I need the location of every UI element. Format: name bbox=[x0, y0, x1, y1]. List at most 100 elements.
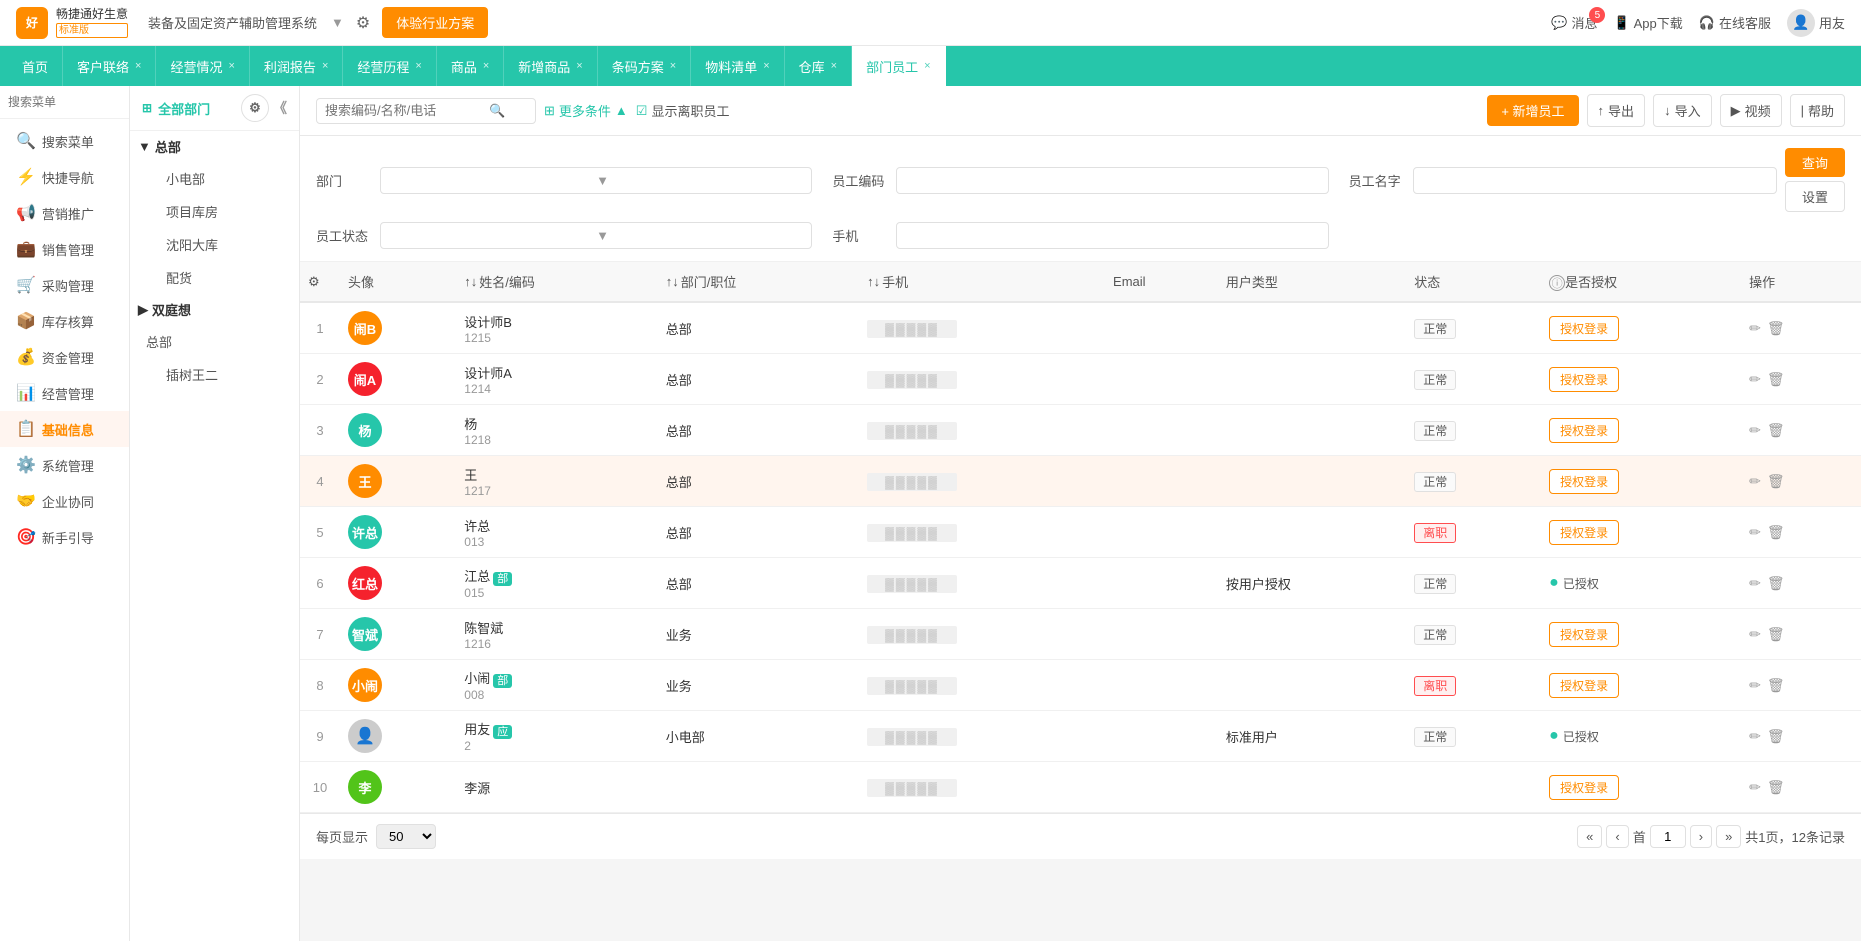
delete-btn[interactable]: 🗑 bbox=[1767, 320, 1785, 337]
delete-btn[interactable]: 🗑 bbox=[1767, 575, 1785, 592]
dept-collapse-btn[interactable]: 《 bbox=[273, 98, 287, 118]
delete-btn[interactable]: 🗑 bbox=[1767, 626, 1785, 643]
th-settings[interactable]: ⚙ bbox=[300, 262, 340, 302]
delete-btn[interactable]: 🗑 bbox=[1767, 677, 1785, 694]
sidebar-search[interactable]: 🔍 bbox=[0, 86, 129, 119]
auth-login-btn[interactable]: 授权登录 bbox=[1549, 469, 1619, 494]
dept-item-zongbu[interactable]: 总部 bbox=[130, 325, 299, 358]
sidebar-item-sales[interactable]: 💼销售管理 bbox=[0, 231, 129, 267]
sort-dept[interactable]: ↑↓ 部门/职位 bbox=[666, 272, 851, 291]
auth-login-btn[interactable]: 授权登录 bbox=[1549, 622, 1619, 647]
tab-goods[interactable]: 商品 × bbox=[437, 46, 504, 86]
tab-profit[interactable]: 利润报告 × bbox=[250, 46, 343, 86]
sidebar-item-inventory[interactable]: 📦库存核算 bbox=[0, 303, 129, 339]
delete-btn[interactable]: 🗑 bbox=[1767, 371, 1785, 388]
edit-btn[interactable]: ✏ bbox=[1749, 626, 1761, 643]
tab-home[interactable]: 首页 bbox=[8, 46, 63, 86]
sidebar-item-system[interactable]: ⚙️系统管理 bbox=[0, 447, 129, 483]
edit-btn[interactable]: ✏ bbox=[1749, 422, 1761, 439]
page-number-input[interactable] bbox=[1650, 825, 1686, 848]
sidebar-item-basic-info[interactable]: 📋基础信息 bbox=[0, 411, 129, 447]
close-icon[interactable]: × bbox=[415, 60, 421, 72]
next-page-btn[interactable]: › bbox=[1690, 825, 1712, 848]
page-size-select[interactable]: 50 20 100 bbox=[376, 824, 436, 849]
close-icon[interactable]: × bbox=[670, 60, 676, 72]
edit-btn[interactable]: ✏ bbox=[1749, 728, 1761, 745]
empcode-filter-input[interactable] bbox=[896, 167, 1328, 194]
tab-new-goods[interactable]: 新增商品 × bbox=[504, 46, 597, 86]
search-input-wrap[interactable]: 🔍 bbox=[316, 98, 536, 124]
sidebar-item-guide[interactable]: 🎯新手引导 bbox=[0, 519, 129, 555]
message-btn[interactable]: 💬 消息 5 bbox=[1551, 13, 1597, 32]
dept-group-title2[interactable]: ▶ 双庭想 bbox=[138, 300, 191, 319]
close-icon[interactable]: × bbox=[924, 60, 930, 72]
edit-btn[interactable]: ✏ bbox=[1749, 371, 1761, 388]
edit-btn[interactable]: ✏ bbox=[1749, 473, 1761, 490]
query-btn[interactable]: 查询 bbox=[1785, 148, 1845, 177]
tab-dept-staff[interactable]: 部门员工 × bbox=[852, 46, 945, 86]
sidebar-item-finance[interactable]: 💰资金管理 bbox=[0, 339, 129, 375]
set-btn[interactable]: 设置 bbox=[1785, 181, 1845, 212]
dept-item-project[interactable]: 项目库房 bbox=[150, 195, 299, 228]
prev-page-btn[interactable]: ‹ bbox=[1606, 825, 1628, 848]
edit-btn[interactable]: ✏ bbox=[1749, 677, 1761, 694]
tab-history[interactable]: 经营历程 × bbox=[343, 46, 436, 86]
dept-item-peihuo[interactable]: 配货 bbox=[150, 261, 299, 294]
delete-btn[interactable]: 🗑 bbox=[1767, 728, 1785, 745]
all-dept-label[interactable]: 全部部门 bbox=[158, 99, 210, 118]
tab-warehouse[interactable]: 仓库 × bbox=[785, 46, 852, 86]
empstatus-select[interactable]: ▼ bbox=[380, 222, 812, 249]
auth-login-btn[interactable]: 授权登录 bbox=[1549, 775, 1619, 800]
first-page-btn[interactable]: « bbox=[1577, 825, 1602, 848]
auth-login-btn[interactable]: 授权登录 bbox=[1549, 316, 1619, 341]
export-btn[interactable]: ↑ 导出 bbox=[1587, 94, 1646, 127]
close-icon[interactable]: × bbox=[228, 60, 234, 72]
search-input[interactable] bbox=[325, 103, 485, 118]
dept-item-chashuwangr[interactable]: 插树王二 bbox=[150, 358, 299, 391]
tab-barcode[interactable]: 条码方案 × bbox=[598, 46, 691, 86]
sidebar-item-marketing[interactable]: 📢营销推广 bbox=[0, 195, 129, 231]
th-name-code[interactable]: ↑↓ 姓名/编码 bbox=[456, 262, 657, 302]
dept-settings-icon[interactable]: ⚙ bbox=[241, 94, 269, 122]
add-employee-btn[interactable]: + 新增员工 bbox=[1487, 95, 1578, 126]
close-icon[interactable]: × bbox=[763, 60, 769, 72]
tab-bom[interactable]: 物料清单 × bbox=[691, 46, 784, 86]
sidebar-item-purchase[interactable]: 🛒采购管理 bbox=[0, 267, 129, 303]
view-btn[interactable]: ▶ 视频 bbox=[1720, 94, 1782, 127]
close-icon[interactable]: × bbox=[831, 60, 837, 72]
close-icon[interactable]: × bbox=[322, 60, 328, 72]
sidebar-item-search[interactable]: 🔍搜索菜单 bbox=[0, 123, 129, 159]
edit-btn[interactable]: ✏ bbox=[1749, 575, 1761, 592]
sidebar-search-input[interactable] bbox=[8, 95, 130, 109]
dept-group-title[interactable]: ▼ 总部 bbox=[138, 137, 181, 156]
delete-btn[interactable]: 🗑 bbox=[1767, 473, 1785, 490]
th-dept[interactable]: ↑↓ 部门/职位 bbox=[658, 262, 859, 302]
sort-name-code[interactable]: ↑↓ 姓名/编码 bbox=[464, 272, 649, 291]
info-icon[interactable]: ⓘ bbox=[1549, 275, 1565, 291]
sort-phone[interactable]: ↑↓ 手机 bbox=[867, 272, 1097, 291]
dept-item-xiaodian[interactable]: 小电部 bbox=[150, 162, 299, 195]
auth-login-btn[interactable]: 授权登录 bbox=[1549, 520, 1619, 545]
sidebar-item-quicknav[interactable]: ⚡快捷导航 bbox=[0, 159, 129, 195]
last-page-btn[interactable]: » bbox=[1716, 825, 1741, 848]
experience-btn[interactable]: 体验行业方案 bbox=[382, 7, 488, 38]
edit-btn[interactable]: ✏ bbox=[1749, 524, 1761, 541]
sidebar-item-collab[interactable]: 🤝企业协同 bbox=[0, 483, 129, 519]
close-icon[interactable]: × bbox=[576, 60, 582, 72]
sidebar-item-mgmt[interactable]: 📊经营管理 bbox=[0, 375, 129, 411]
dept-select[interactable]: ▼ bbox=[380, 167, 812, 194]
delete-btn[interactable]: 🗑 bbox=[1767, 422, 1785, 439]
app-download-btn[interactable]: 📱 App下载 bbox=[1613, 13, 1682, 32]
delete-btn[interactable]: 🗑 bbox=[1767, 779, 1785, 796]
gear-icon[interactable]: ⚙ bbox=[356, 13, 370, 33]
phone-filter-input[interactable] bbox=[896, 222, 1328, 249]
online-service-btn[interactable]: 🎧 在线客服 bbox=[1699, 13, 1771, 32]
close-icon[interactable]: × bbox=[483, 60, 489, 72]
dept-item-shenyang[interactable]: 沈阳大库 bbox=[150, 228, 299, 261]
edit-btn[interactable]: ✏ bbox=[1749, 779, 1761, 796]
tab-operations[interactable]: 经营情况 × bbox=[156, 46, 249, 86]
more-conditions-btn[interactable]: ⊞ 更多条件 ▲ bbox=[544, 101, 628, 120]
auth-login-btn[interactable]: 授权登录 bbox=[1549, 418, 1619, 443]
user-profile-btn[interactable]: 👤 用友 bbox=[1787, 9, 1845, 37]
delete-btn[interactable]: 🗑 bbox=[1767, 524, 1785, 541]
